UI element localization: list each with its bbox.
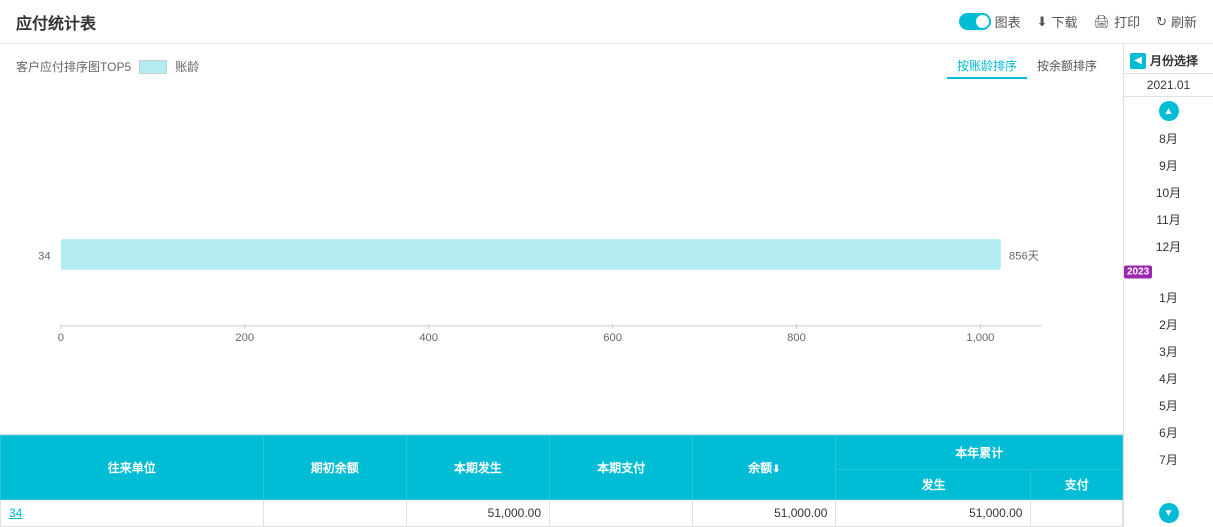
chevron-up-icon[interactable]: ▲	[1159, 101, 1179, 121]
svg-text:1,000: 1,000	[966, 332, 994, 344]
cell-ytd-pay	[1031, 500, 1123, 527]
cell-balance: 51,000.00	[693, 500, 836, 527]
sidebar-header: ◀ 月份选择	[1124, 44, 1213, 74]
page-title: 应付统计表	[16, 10, 96, 34]
sort-by-balance-button[interactable]: 按余额排序	[1027, 54, 1107, 79]
col-header-ytd-occ: 发生	[836, 470, 1031, 500]
month-item[interactable]: 1月	[1124, 284, 1213, 311]
cell-current-occ: 51,000.00	[406, 500, 549, 527]
chart-panel: 客户应付排序图TOP5 账龄 按账龄排序 按余额排序 34 856天	[0, 44, 1123, 527]
month-item[interactable]: 10月	[1124, 179, 1213, 206]
month-item[interactable]: 2023	[1124, 260, 1213, 284]
month-item[interactable]: 5月	[1124, 392, 1213, 419]
bar-end-label: 856天	[1009, 251, 1039, 263]
toggle-switch-icon[interactable]	[959, 13, 991, 30]
data-table: 往来单位 期初余额 本期发生 本期支付 余额⬇ 本年累计 发生 支付	[0, 435, 1123, 527]
month-item[interactable]: 9月	[1124, 152, 1213, 179]
chart-header: 客户应付排序图TOP5 账龄 按账龄排序 按余额排序	[0, 44, 1123, 85]
cell-current-pay	[550, 500, 693, 527]
col-header-current-occ: 本期发生	[406, 436, 549, 500]
col-header-ytd: 本年累计	[836, 436, 1123, 470]
col-header-current-pay: 本期支付	[550, 436, 693, 500]
unit-link[interactable]: 34	[9, 506, 22, 520]
print-label: 打印	[1114, 12, 1140, 31]
chart-legend: 客户应付排序图TOP5 账龄	[16, 58, 199, 75]
table-body: 34 51,000.00 51,000.00 51,000.00	[1, 500, 1123, 527]
month-item[interactable]: 11月	[1124, 206, 1213, 233]
print-icon: 🖨	[1094, 14, 1111, 30]
table-row: 34 51,000.00 51,000.00 51,000.00	[1, 500, 1123, 527]
svg-text:600: 600	[603, 332, 622, 344]
sort-by-age-button[interactable]: 按账龄排序	[947, 54, 1027, 79]
svg-text:200: 200	[235, 332, 254, 344]
right-sidebar: ◀ 月份选择 2021.01 ▲ 8月9月10月11月12月2023 1月2月3…	[1123, 44, 1213, 527]
chart-bar	[61, 239, 1001, 270]
sidebar-title: 月份选择	[1150, 52, 1198, 69]
y-axis-label: 34	[38, 251, 50, 263]
chart-label: 图表	[995, 12, 1021, 31]
sidebar-collapse-button[interactable]: ◀	[1130, 53, 1146, 69]
header-actions: 图表 ⬇ 下载 🖨 打印 ↻ 刷新	[959, 12, 1197, 31]
refresh-button[interactable]: ↻ 刷新	[1156, 12, 1197, 31]
chevron-down-icon[interactable]: ▼	[1159, 503, 1179, 523]
table-header-row-1: 往来单位 期初余额 本期发生 本期支付 余额⬇ 本年累计	[1, 436, 1123, 470]
svg-text:800: 800	[787, 332, 806, 344]
svg-text:0: 0	[58, 332, 64, 344]
table-wrapper: 往来单位 期初余额 本期发生 本期支付 余额⬇ 本年累计 发生 支付	[0, 435, 1123, 527]
chart-sort-buttons: 按账龄排序 按余额排序	[947, 54, 1107, 79]
refresh-icon: ↻	[1156, 14, 1167, 30]
download-icon: ⬇	[1037, 14, 1048, 30]
chart-legend-item: 账龄	[175, 58, 199, 75]
cell-unit: 34	[1, 500, 264, 527]
month-item[interactable]: 3月	[1124, 338, 1213, 365]
chart-toggle[interactable]: 图表	[959, 12, 1021, 31]
chart-area: 34 856天 0 200 400 600 800	[0, 85, 1123, 434]
chart-legend-title: 客户应付排序图TOP5	[16, 58, 131, 75]
month-item[interactable]: 4月	[1124, 365, 1213, 392]
month-item[interactable]: 7月	[1124, 446, 1213, 473]
svg-text:400: 400	[419, 332, 438, 344]
download-label: 下载	[1052, 12, 1078, 31]
month-item[interactable]: 8月	[1124, 125, 1213, 152]
month-item[interactable]: 2月	[1124, 311, 1213, 338]
page-container: 应付统计表 图表 ⬇ 下载 🖨 打印 ↻ 刷新	[0, 0, 1213, 527]
table-area: 往来单位 期初余额 本期发生 本期支付 余额⬇ 本年累计 发生 支付	[0, 434, 1123, 527]
chart-svg: 34 856天 0 200 400 600 800	[20, 95, 1103, 424]
main-area: 客户应付排序图TOP5 账龄 按账龄排序 按余额排序 34 856天	[0, 44, 1213, 527]
col-header-unit: 往来单位	[1, 436, 264, 500]
month-item[interactable]: 12月	[1124, 233, 1213, 260]
month-item[interactable]: 6月	[1124, 419, 1213, 446]
cell-opening	[263, 500, 406, 527]
download-button[interactable]: ⬇ 下载	[1037, 12, 1078, 31]
sidebar-nav-up-button[interactable]: ▲	[1124, 97, 1213, 125]
month-list: 8月9月10月11月12月2023 1月2月3月4月5月6月7月	[1124, 125, 1213, 499]
sidebar-current-date: 2021.01	[1124, 74, 1213, 97]
legend-box-icon	[139, 60, 167, 74]
refresh-label: 刷新	[1171, 12, 1197, 31]
col-header-opening: 期初余额	[263, 436, 406, 500]
col-header-balance: 余额⬇	[693, 436, 836, 500]
header: 应付统计表 图表 ⬇ 下载 🖨 打印 ↻ 刷新	[0, 0, 1213, 44]
col-header-ytd-pay: 支付	[1031, 470, 1123, 500]
print-button[interactable]: 🖨 打印	[1094, 12, 1141, 31]
collapse-icon: ◀	[1134, 55, 1142, 66]
cell-ytd-occ: 51,000.00	[836, 500, 1031, 527]
sidebar-nav-down-button[interactable]: ▼	[1124, 499, 1213, 527]
